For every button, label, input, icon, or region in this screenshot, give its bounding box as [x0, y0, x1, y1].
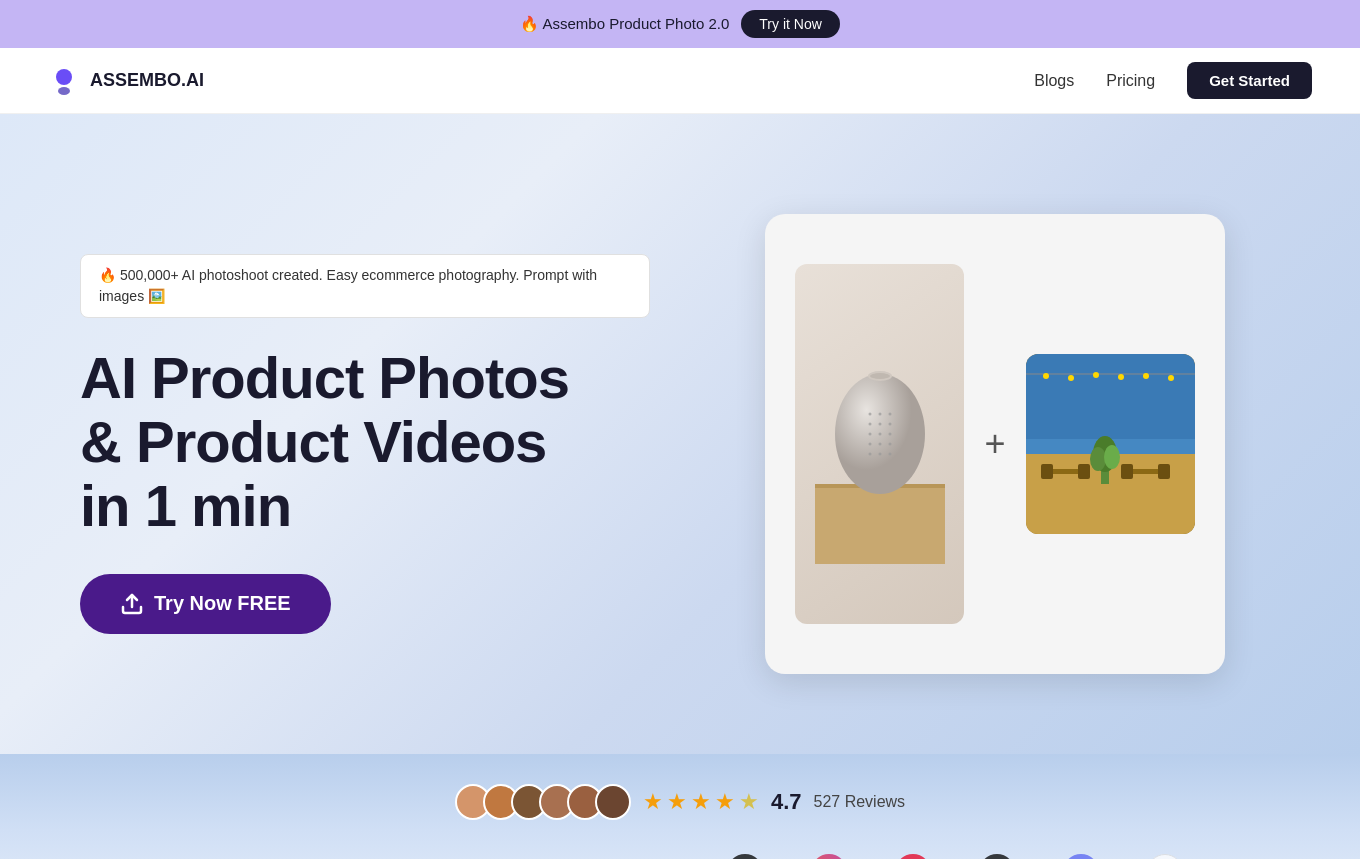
svg-point-42 [1104, 445, 1120, 469]
svg-rect-37 [1121, 464, 1133, 479]
svg-point-16 [888, 443, 891, 446]
speaker-illustration [815, 324, 945, 564]
logo-text: ASSEMBO.AI [90, 70, 204, 91]
star-4: ★ [715, 789, 735, 815]
product-showcase-card: + [765, 214, 1225, 674]
restaurant-illustration [1026, 354, 1195, 534]
svg-point-10 [888, 423, 891, 426]
banner-text: 🔥 Assembo Product Photo 2.0 [520, 15, 729, 33]
hero-badge: 🔥 500,000+ AI photoshoot created. Easy e… [80, 254, 650, 318]
hero-right: + [710, 214, 1280, 674]
svg-point-7 [888, 413, 891, 416]
try-now-free-button[interactable]: Try Now FREE [80, 574, 331, 634]
twitter-logo [979, 854, 1015, 859]
svg-point-28 [1093, 372, 1099, 378]
tiktok-logo [727, 854, 763, 859]
reviewer-avatars [455, 784, 631, 820]
upload-icon [120, 592, 144, 616]
star-5: ★ [739, 789, 759, 815]
svg-point-30 [1143, 373, 1149, 379]
svg-point-20 [868, 453, 871, 456]
svg-point-13 [888, 433, 891, 436]
svg-point-1 [58, 87, 70, 95]
logo-icon [48, 65, 80, 97]
svg-point-17 [868, 443, 871, 446]
svg-point-6 [878, 413, 881, 416]
pinterest-logo [895, 854, 931, 859]
svg-rect-38 [1158, 464, 1170, 479]
pinterest-icon [895, 854, 931, 859]
product-image-restaurant [1026, 354, 1195, 534]
tiktok-icon [727, 854, 763, 859]
brand-logos-section: amazon Walmart ✳ S shopify Etsy [0, 830, 1360, 859]
star-1: ★ [643, 789, 663, 815]
instagram-logo [811, 854, 847, 859]
hero-title: AI Product Photos & Product Videos in 1 … [80, 346, 650, 537]
rating-number: 4.7 [771, 789, 802, 815]
nav-links: Blogs Pricing Get Started [1034, 62, 1312, 99]
nav-link-pricing[interactable]: Pricing [1106, 72, 1155, 90]
svg-point-9 [878, 423, 881, 426]
plus-divider: + [984, 423, 1005, 465]
rating-row: ★ ★ ★ ★ ★ 4.7 527 Reviews [455, 784, 905, 820]
svg-point-41 [1090, 447, 1106, 471]
gmail-icon: M [1147, 854, 1183, 859]
discord-logo [1063, 854, 1099, 859]
avatar [595, 784, 631, 820]
svg-point-27 [1068, 375, 1074, 381]
svg-point-31 [1168, 375, 1174, 381]
svg-point-22 [870, 373, 890, 379]
shopify-logo: S shopify [470, 854, 580, 859]
top-banner: 🔥 Assembo Product Photo 2.0 Try it Now [0, 0, 1360, 48]
svg-point-26 [1043, 373, 1049, 379]
svg-point-19 [888, 453, 891, 456]
navigation: ASSEMBO.AI Blogs Pricing Get Started [0, 48, 1360, 114]
svg-point-14 [868, 433, 871, 436]
twitter-x-icon [979, 854, 1015, 859]
shopify-icon: S shopify [470, 854, 580, 859]
svg-point-29 [1118, 374, 1124, 380]
svg-point-18 [878, 453, 881, 456]
nav-link-blogs[interactable]: Blogs [1034, 72, 1074, 90]
hero-badge-text: 🔥 500,000+ AI photoshoot created. Easy e… [99, 265, 631, 307]
star-3: ★ [691, 789, 711, 815]
svg-point-15 [878, 443, 881, 446]
gmail-logo: M [1147, 854, 1183, 859]
try-now-label: Try Now FREE [154, 592, 291, 615]
get-started-button[interactable]: Get Started [1187, 62, 1312, 99]
hero-left: 🔥 500,000+ AI photoshoot created. Easy e… [80, 254, 650, 633]
reviews-count-text: 527 Reviews [813, 793, 905, 811]
star-rating: ★ ★ ★ ★ ★ [643, 789, 759, 815]
hero-title-line1: AI Product Photos [80, 345, 569, 410]
discord-icon [1063, 854, 1099, 859]
hero-title-line3: in 1 min [80, 473, 291, 538]
svg-point-11 [868, 423, 871, 426]
nav-logo[interactable]: ASSEMBO.AI [48, 65, 204, 97]
product-image-speaker [795, 264, 964, 624]
svg-point-0 [56, 69, 72, 85]
svg-rect-35 [1041, 464, 1053, 479]
try-it-now-button[interactable]: Try it Now [741, 10, 839, 38]
svg-rect-36 [1078, 464, 1090, 479]
svg-point-12 [878, 433, 881, 436]
hero-section: 🔥 500,000+ AI photoshoot created. Easy e… [0, 114, 1360, 754]
hero-title-line2: & Product Videos [80, 409, 546, 474]
social-proof-section: ★ ★ ★ ★ ★ 4.7 527 Reviews [0, 754, 1360, 830]
svg-point-8 [868, 413, 871, 416]
instagram-icon [811, 854, 847, 859]
star-2: ★ [667, 789, 687, 815]
svg-rect-3 [815, 484, 945, 564]
